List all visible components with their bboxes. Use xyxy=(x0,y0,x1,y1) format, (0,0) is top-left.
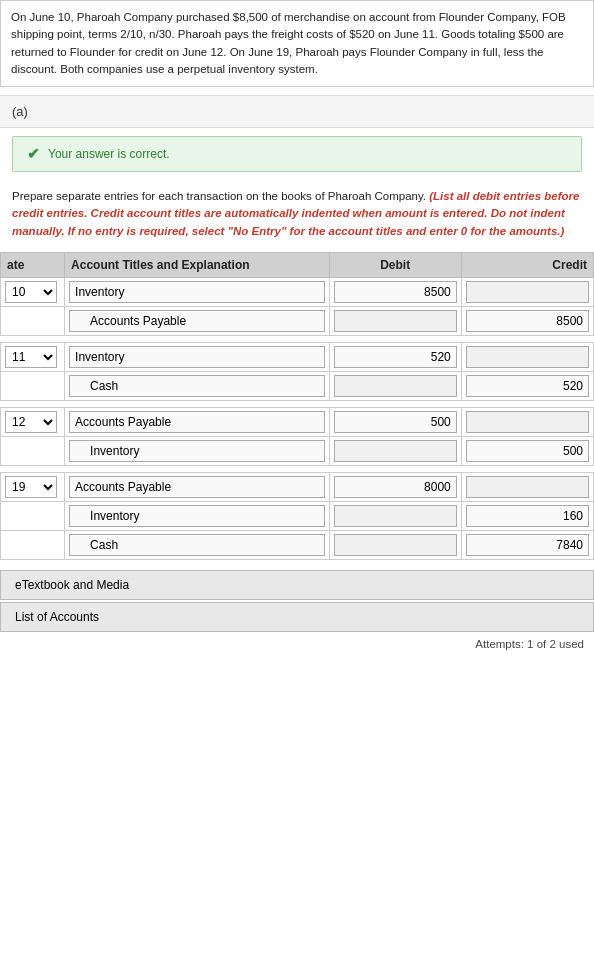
credit-cell[interactable] xyxy=(461,277,593,306)
header-date: ate xyxy=(1,252,65,277)
scenario-text: On June 10, Pharoah Company purchased $8… xyxy=(0,0,594,87)
success-message: Your answer is correct. xyxy=(48,147,170,161)
credit-cell[interactable] xyxy=(461,371,593,400)
debit-cell[interactable] xyxy=(329,407,461,436)
account-input-inventory-4[interactable] xyxy=(69,505,324,527)
debit-input-empty-1[interactable] xyxy=(334,310,457,332)
spacer xyxy=(1,400,594,407)
spacer xyxy=(1,465,594,472)
credit-input-7840[interactable] xyxy=(466,534,589,556)
credit-cell[interactable] xyxy=(461,436,593,465)
date-cell[interactable]: 11 xyxy=(1,342,65,371)
credit-cell[interactable] xyxy=(461,501,593,530)
table-row xyxy=(1,436,594,465)
table-row xyxy=(1,306,594,335)
attempts-text: Attempts: 1 of 2 used xyxy=(0,632,594,656)
debit-input-empty-3[interactable] xyxy=(334,440,457,462)
debit-input-500[interactable] xyxy=(334,411,457,433)
date-select-12[interactable]: 12 xyxy=(5,411,57,433)
debit-input-empty-2[interactable] xyxy=(334,375,457,397)
credit-input-empty-3[interactable] xyxy=(466,411,589,433)
table-row: 11 xyxy=(1,342,594,371)
table-row xyxy=(1,501,594,530)
date-select-19[interactable]: 19 xyxy=(5,476,57,498)
account-input-inventory-3[interactable] xyxy=(69,440,324,462)
debit-cell[interactable] xyxy=(329,306,461,335)
account-input-inventory-1[interactable] xyxy=(69,281,324,303)
header-credit: Credit xyxy=(461,252,593,277)
debit-input-empty-4[interactable] xyxy=(334,505,457,527)
success-banner: ✔ Your answer is correct. xyxy=(12,136,582,172)
account-input-ap-1[interactable] xyxy=(69,310,324,332)
debit-cell[interactable] xyxy=(329,277,461,306)
credit-cell[interactable] xyxy=(461,306,593,335)
check-icon: ✔ xyxy=(27,145,40,163)
table-row: 12 xyxy=(1,407,594,436)
credit-input-empty-1[interactable] xyxy=(466,281,589,303)
part-label: (a) xyxy=(0,95,594,128)
date-cell-empty xyxy=(1,530,65,559)
date-cell[interactable]: 10 xyxy=(1,277,65,306)
account-input-cash-2[interactable] xyxy=(69,534,324,556)
credit-cell[interactable] xyxy=(461,342,593,371)
debit-cell[interactable] xyxy=(329,342,461,371)
debit-cell[interactable] xyxy=(329,472,461,501)
debit-cell[interactable] xyxy=(329,371,461,400)
debit-cell[interactable] xyxy=(329,501,461,530)
journal-table: ate Account Titles and Explanation Debit… xyxy=(0,252,594,560)
account-input-inventory-2[interactable] xyxy=(69,346,324,368)
table-row xyxy=(1,371,594,400)
account-cell[interactable] xyxy=(65,342,329,371)
account-cell-indented[interactable] xyxy=(65,530,329,559)
account-cell-indented[interactable] xyxy=(65,436,329,465)
date-cell-empty xyxy=(1,501,65,530)
credit-cell[interactable] xyxy=(461,472,593,501)
date-select-11[interactable]: 11 xyxy=(5,346,57,368)
date-cell-empty xyxy=(1,306,65,335)
credit-input-empty-4[interactable] xyxy=(466,476,589,498)
debit-input-empty-5[interactable] xyxy=(334,534,457,556)
credit-input-8500[interactable] xyxy=(466,310,589,332)
debit-input-520[interactable] xyxy=(334,346,457,368)
account-cell[interactable] xyxy=(65,407,329,436)
table-row: 19 xyxy=(1,472,594,501)
account-input-ap-3[interactable] xyxy=(69,476,324,498)
account-input-cash-1[interactable] xyxy=(69,375,324,397)
credit-cell[interactable] xyxy=(461,530,593,559)
debit-input-8500[interactable] xyxy=(334,281,457,303)
credit-input-empty-2[interactable] xyxy=(466,346,589,368)
date-select-10[interactable]: 10 xyxy=(5,281,57,303)
etextbook-button[interactable]: eTextbook and Media xyxy=(0,570,594,600)
instructions-text1: Prepare separate entries for each transa… xyxy=(12,190,426,202)
date-cell[interactable]: 19 xyxy=(1,472,65,501)
account-cell-indented[interactable] xyxy=(65,371,329,400)
debit-cell[interactable] xyxy=(329,436,461,465)
account-cell[interactable] xyxy=(65,472,329,501)
account-input-ap-2[interactable] xyxy=(69,411,324,433)
bottom-buttons: eTextbook and Media List of Accounts xyxy=(0,570,594,632)
table-row xyxy=(1,530,594,559)
debit-cell[interactable] xyxy=(329,530,461,559)
spacer xyxy=(1,335,594,342)
list-accounts-button[interactable]: List of Accounts xyxy=(0,602,594,632)
credit-input-160[interactable] xyxy=(466,505,589,527)
debit-input-8000[interactable] xyxy=(334,476,457,498)
credit-input-520[interactable] xyxy=(466,375,589,397)
account-cell-indented[interactable] xyxy=(65,501,329,530)
date-cell[interactable]: 12 xyxy=(1,407,65,436)
account-cell[interactable] xyxy=(65,277,329,306)
date-cell-empty xyxy=(1,371,65,400)
credit-input-500[interactable] xyxy=(466,440,589,462)
header-account: Account Titles and Explanation xyxy=(65,252,329,277)
account-cell-indented[interactable] xyxy=(65,306,329,335)
header-debit: Debit xyxy=(329,252,461,277)
table-row: 10 xyxy=(1,277,594,306)
date-cell-empty xyxy=(1,436,65,465)
credit-cell[interactable] xyxy=(461,407,593,436)
instructions: Prepare separate entries for each transa… xyxy=(0,180,594,248)
